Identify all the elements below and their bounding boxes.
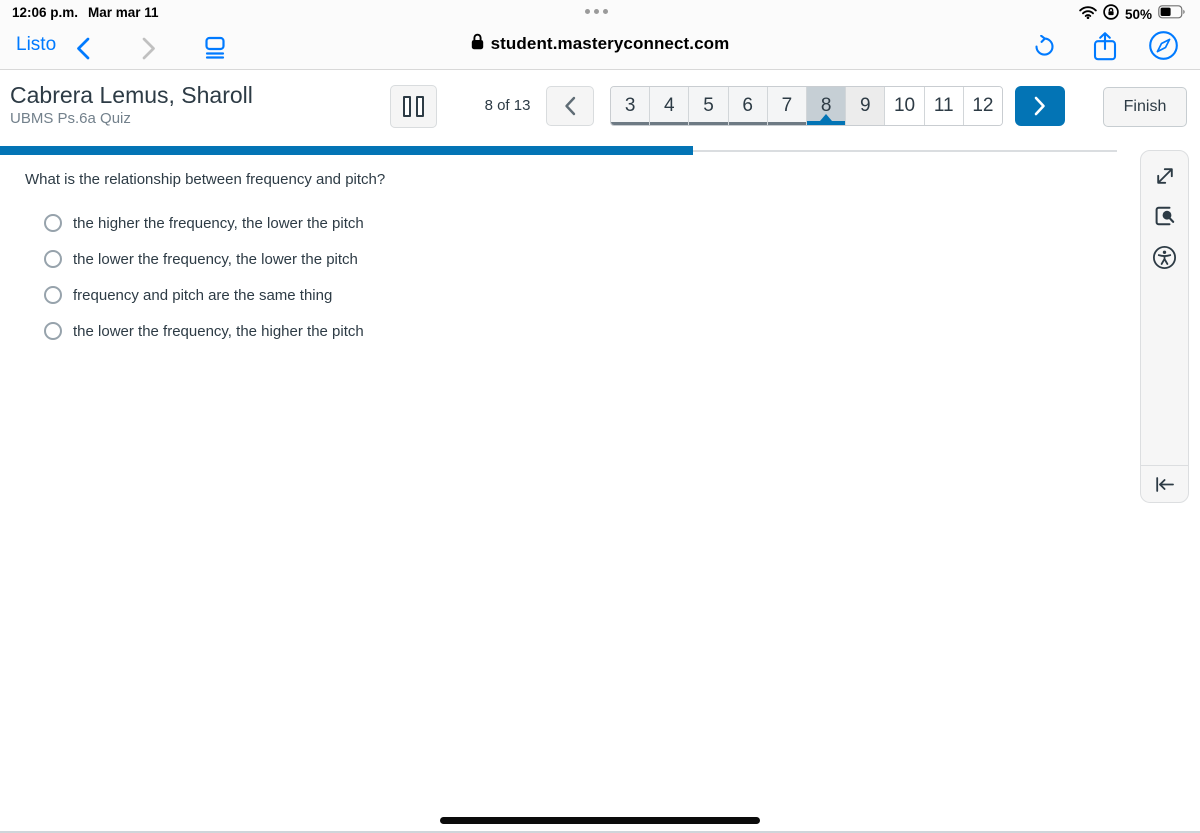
answer-option-3[interactable]: frequency and pitch are the same thing — [44, 286, 364, 304]
current-caret-icon — [820, 114, 833, 121]
student-name: Cabrera Lemus, Sharoll — [10, 82, 253, 108]
collapse-sidebar-button[interactable] — [1141, 466, 1188, 502]
question-text: What is the relationship between frequen… — [25, 171, 386, 188]
answer-options: the higher the frequency, the lower the … — [44, 214, 364, 340]
answer-option-label: the higher the frequency, the lower the … — [73, 214, 364, 232]
battery-percent: 50% — [1124, 7, 1152, 22]
radio-button[interactable] — [44, 214, 62, 232]
chevron-right-icon — [1034, 96, 1045, 116]
pause-icon — [403, 96, 424, 117]
tools-sidebar — [1140, 150, 1189, 503]
question-tab-12[interactable]: 12 — [962, 87, 1002, 125]
finish-button[interactable]: Finish — [1103, 87, 1187, 127]
answer-option-1[interactable]: the higher the frequency, the lower the … — [44, 214, 364, 232]
radio-button[interactable] — [44, 250, 62, 268]
quiz-title: UBMS Ps.6a Quiz — [10, 110, 131, 127]
expand-icon — [1156, 167, 1173, 184]
question-tab-3[interactable]: 3 — [611, 87, 650, 125]
url-text: student.masteryconnect.com — [490, 34, 730, 53]
status-time: 12:06 p.m. — [12, 5, 79, 20]
battery-icon — [1158, 5, 1186, 24]
quiz-progress-bar — [0, 146, 1117, 155]
question-tab-7[interactable]: 7 — [766, 87, 807, 125]
compass-icon[interactable] — [1148, 30, 1179, 66]
reload-icon[interactable] — [1034, 34, 1055, 64]
accessibility-icon — [1152, 245, 1177, 270]
address-bar[interactable]: student.masteryconnect.com — [0, 33, 1200, 55]
browser-toolbar: Listo student.masteryconnect.com — [0, 26, 1200, 70]
answer-option-label: frequency and pitch are the same thing — [73, 286, 333, 304]
question-tab-11[interactable]: 11 — [923, 87, 963, 125]
accessibility-button[interactable] — [1141, 237, 1188, 278]
status-right-cluster: 50% — [1079, 4, 1186, 25]
preview-search-button[interactable] — [1141, 196, 1188, 237]
next-question-button[interactable] — [1015, 86, 1065, 126]
question-count: 8 of 13 — [484, 97, 531, 114]
answer-option-label: the lower the frequency, the higher the … — [73, 322, 364, 340]
answer-option-4[interactable]: the lower the frequency, the higher the … — [44, 322, 364, 340]
collapse-left-icon — [1156, 476, 1174, 492]
radio-button[interactable] — [44, 322, 62, 340]
question-tab-4[interactable]: 4 — [649, 87, 689, 125]
radio-button[interactable] — [44, 286, 62, 304]
screen: 12:06 p.m. Mar mar 11 50% Listo student.… — [0, 0, 1200, 833]
chevron-left-icon — [565, 96, 576, 116]
home-indicator[interactable] — [440, 817, 760, 824]
document-magnifier-icon — [1155, 206, 1175, 226]
question-tab-8-current[interactable]: 8 — [806, 87, 846, 125]
status-date: Mar mar 11 — [88, 5, 159, 20]
share-icon[interactable] — [1093, 31, 1117, 66]
multitasking-dots-icon[interactable] — [585, 9, 608, 14]
previous-question-button[interactable] — [546, 86, 594, 126]
rotation-lock-icon — [1103, 4, 1119, 25]
lock-icon — [471, 33, 484, 55]
question-tab-10[interactable]: 10 — [884, 87, 924, 125]
pause-button[interactable] — [390, 85, 437, 128]
status-bar: 12:06 p.m. Mar mar 11 50% — [0, 0, 1200, 26]
question-pagination: 3 4 5 6 7 8 9 10 11 12 — [610, 86, 1003, 126]
wifi-icon — [1079, 5, 1097, 24]
question-tab-6[interactable]: 6 — [727, 87, 767, 125]
question-tab-9[interactable]: 9 — [845, 87, 885, 125]
question-tab-5[interactable]: 5 — [688, 87, 728, 125]
answer-option-label: the lower the frequency, the lower the p… — [73, 250, 358, 268]
quiz-header: Cabrera Lemus, Sharoll UBMS Ps.6a Quiz 8… — [0, 70, 1200, 146]
progress-fill — [0, 146, 693, 155]
expand-button[interactable] — [1141, 155, 1188, 196]
answer-option-2[interactable]: the lower the frequency, the lower the p… — [44, 250, 364, 268]
